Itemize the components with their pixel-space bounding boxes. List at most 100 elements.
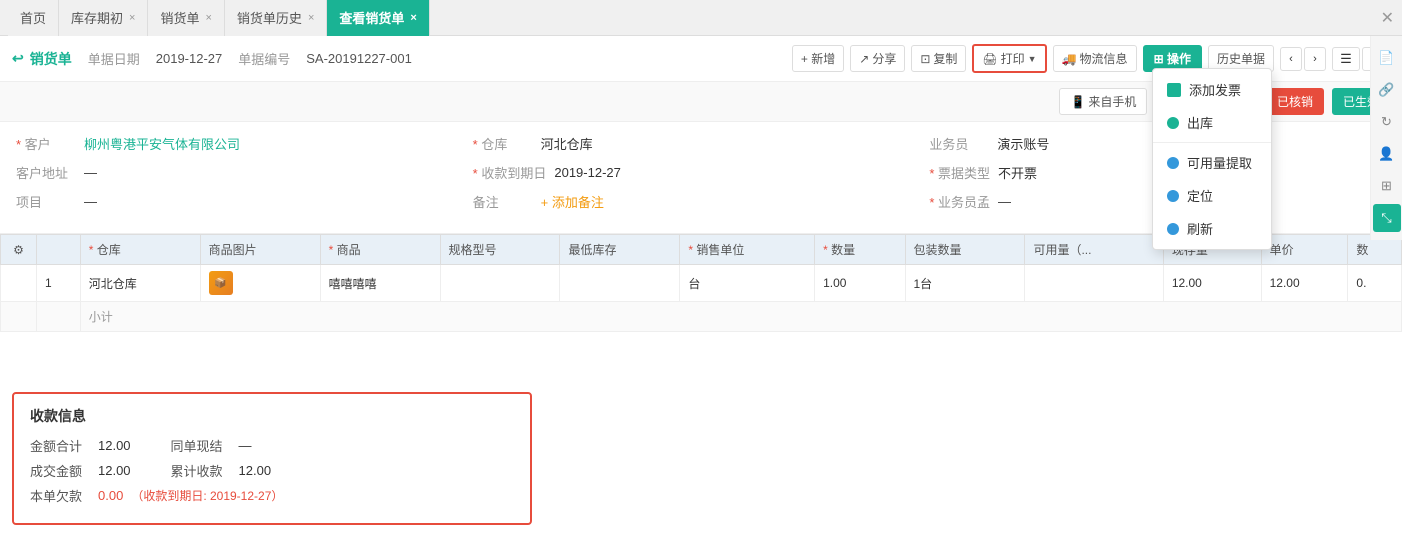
row-pack-qty: 1台 xyxy=(905,265,1025,302)
due-date-label: 收款到期日 xyxy=(473,163,547,182)
col-settings: ⚙ xyxy=(1,235,37,265)
next-button[interactable]: › xyxy=(1304,47,1326,71)
dropdown-add-invoice[interactable]: 添加发票 xyxy=(1153,73,1271,106)
tab-home-label: 首页 xyxy=(20,8,46,27)
share-button[interactable]: ↗ 分享 xyxy=(850,45,905,72)
operations-dropdown: 添加发票 出库 可用量提取 定位 刷新 xyxy=(1152,68,1272,250)
same-settle-item: 同单现结 — xyxy=(171,436,252,455)
project-label: 项目 xyxy=(16,192,76,211)
doc-number-value: SA-20191227-001 xyxy=(306,51,412,66)
transaction-label: 成交金额 xyxy=(30,461,90,480)
doc-title-text: 销货单 xyxy=(30,49,72,69)
tab-view-sales-close[interactable]: × xyxy=(410,12,416,24)
print-icon: 🖨 xyxy=(982,52,997,66)
sidebar-rotate-icon[interactable]: ↻ xyxy=(1373,108,1401,136)
prev-button[interactable]: ‹ xyxy=(1280,47,1302,71)
from-mobile-button[interactable]: 📱 来自手机 xyxy=(1059,88,1147,115)
tab-view-sales-label: 查看销货单 xyxy=(339,8,404,27)
warehouse-field: 仓库 河北仓库 xyxy=(473,134,930,153)
add-invoice-label: 添加发票 xyxy=(1189,80,1241,99)
payment-title: 收款信息 xyxy=(30,406,514,426)
history-label: 历史单据 xyxy=(1217,50,1265,67)
print-dropdown-icon: ▼ xyxy=(1028,54,1037,64)
payment-info: 收款信息 金额合计 12.00 同单现结 — 成交金额 12.00 xyxy=(12,392,532,525)
customer-field: 客户 柳州粤港平安气体有限公司 xyxy=(16,134,473,153)
doc-date-value: 2019-12-27 xyxy=(156,51,223,66)
operations-icon: ⊞ xyxy=(1154,52,1164,66)
dropdown-out-warehouse[interactable]: 出库 xyxy=(1153,106,1271,139)
tab-inventory-init[interactable]: 库存期初 × xyxy=(59,0,148,36)
dropdown-locate[interactable]: 定位 xyxy=(1153,179,1271,212)
payment-row-1: 金额合计 12.00 同单现结 — xyxy=(30,436,514,455)
dropdown-divider-1 xyxy=(1153,142,1271,143)
table-wrapper: ⚙ * 仓库 商品图片 * 商品 规格型号 最低库存 * 销售单位 * 数量 包… xyxy=(0,234,1402,384)
cumulative-item: 累计收款 12.00 xyxy=(171,461,272,480)
dropdown-available-qty[interactable]: 可用量提取 xyxy=(1153,146,1271,179)
project-field: 项目 — xyxy=(16,192,473,211)
logistics-label: 物流信息 xyxy=(1080,50,1128,67)
add-invoice-icon xyxy=(1167,83,1181,97)
xiao-button[interactable]: 已核销 xyxy=(1266,88,1324,115)
same-settle-label: 同单现结 xyxy=(171,436,231,455)
tab-sales-order-label: 销货单 xyxy=(160,8,199,27)
list-view-button[interactable]: ☰ xyxy=(1332,47,1360,71)
col-quantity: * 数量 xyxy=(815,235,905,265)
out-warehouse-label: 出库 xyxy=(1187,113,1213,132)
sidebar-user-icon[interactable]: 👤 xyxy=(1373,140,1401,168)
logistics-button[interactable]: 🚚 物流信息 xyxy=(1053,45,1137,72)
total-item: 金额合计 12.00 xyxy=(30,436,131,455)
tab-home[interactable]: 首页 xyxy=(8,0,59,36)
col-min-stock: 最低库存 xyxy=(560,235,680,265)
row-available xyxy=(1025,265,1163,302)
col-pack-qty: 包装数量 xyxy=(905,235,1025,265)
current-due-value: 0.00 xyxy=(98,488,123,503)
print-button[interactable]: 🖨 打印 ▼ xyxy=(974,46,1044,71)
same-settle-value: — xyxy=(239,438,252,453)
address-field: 客户地址 — xyxy=(16,163,473,182)
add-button[interactable]: + 新增 xyxy=(792,45,844,72)
current-due-item: 本单欠款 0.00 （收款到期日: 2019-12-27） xyxy=(30,486,283,505)
sidebar-link-icon[interactable]: 🔗 xyxy=(1373,76,1401,104)
warehouse-value: 河北仓库 xyxy=(533,134,601,153)
refresh-icon xyxy=(1167,223,1179,235)
due-date-note: （收款到期日: 2019-12-27） xyxy=(131,487,283,504)
col-spec: 规格型号 xyxy=(440,235,560,265)
tab-view-sales[interactable]: 查看销货单 × xyxy=(327,0,429,36)
share-label: 分享 xyxy=(872,50,896,67)
right-sidebar: 📄 🔗 ↻ 👤 ⊞ ⤡ xyxy=(1370,36,1402,240)
address-label: 客户地址 xyxy=(16,163,76,182)
sidebar-table-icon[interactable]: ⊞ xyxy=(1373,172,1401,200)
bottom-area: 收款信息 金额合计 12.00 同单现结 — 成交金额 12.00 xyxy=(0,384,1402,533)
customer-value[interactable]: 柳州粤港平安气体有限公司 xyxy=(76,134,248,153)
tab-sales-history-close[interactable]: × xyxy=(308,12,314,24)
subtotal-settings xyxy=(1,302,37,332)
doc-number-label: 单据编号 xyxy=(238,49,290,68)
copy-icon: ⊡ xyxy=(920,52,930,66)
tab-inventory-init-close[interactable]: × xyxy=(129,12,135,24)
sidebar-doc-icon[interactable]: 📄 xyxy=(1373,44,1401,72)
tab-sales-order-close[interactable]: × xyxy=(205,12,211,24)
print-highlight-box: 🖨 打印 ▼ xyxy=(972,44,1046,73)
total-label: 金额合计 xyxy=(30,436,90,455)
row-price: 12.00 xyxy=(1261,265,1348,302)
current-due-label: 本单欠款 xyxy=(30,486,90,505)
doc-title-section: ↩ 销货单 xyxy=(12,49,72,69)
tab-sales-history-label: 销货单历史 xyxy=(237,8,302,27)
note-add[interactable]: + 添加备注 xyxy=(533,192,612,211)
row-quantity: 1.00 xyxy=(815,265,905,302)
doc-title-icon: ↩ xyxy=(12,50,24,67)
tab-sales-history[interactable]: 销货单历史 × xyxy=(225,0,327,36)
sidebar-expand-icon[interactable]: ⤡ xyxy=(1373,204,1401,232)
due-date-value: 2019-12-27 xyxy=(546,165,629,180)
tab-sales-order[interactable]: 销货单 × xyxy=(148,0,224,36)
payment-row-3: 本单欠款 0.00 （收款到期日: 2019-12-27） xyxy=(30,486,514,505)
row-product: 嘻嘻嘻嘻 xyxy=(320,265,440,302)
project-value: — xyxy=(76,194,105,209)
window-close[interactable]: ✕ xyxy=(1381,8,1394,28)
col-unit: * 销售单位 xyxy=(680,235,815,265)
tab-inventory-init-label: 库存期初 xyxy=(71,8,123,27)
copy-button[interactable]: ⊡ 复制 xyxy=(911,45,966,72)
dropdown-refresh[interactable]: 刷新 xyxy=(1153,212,1271,245)
operations-label: 操作 xyxy=(1167,52,1191,66)
out-warehouse-icon xyxy=(1167,117,1179,129)
